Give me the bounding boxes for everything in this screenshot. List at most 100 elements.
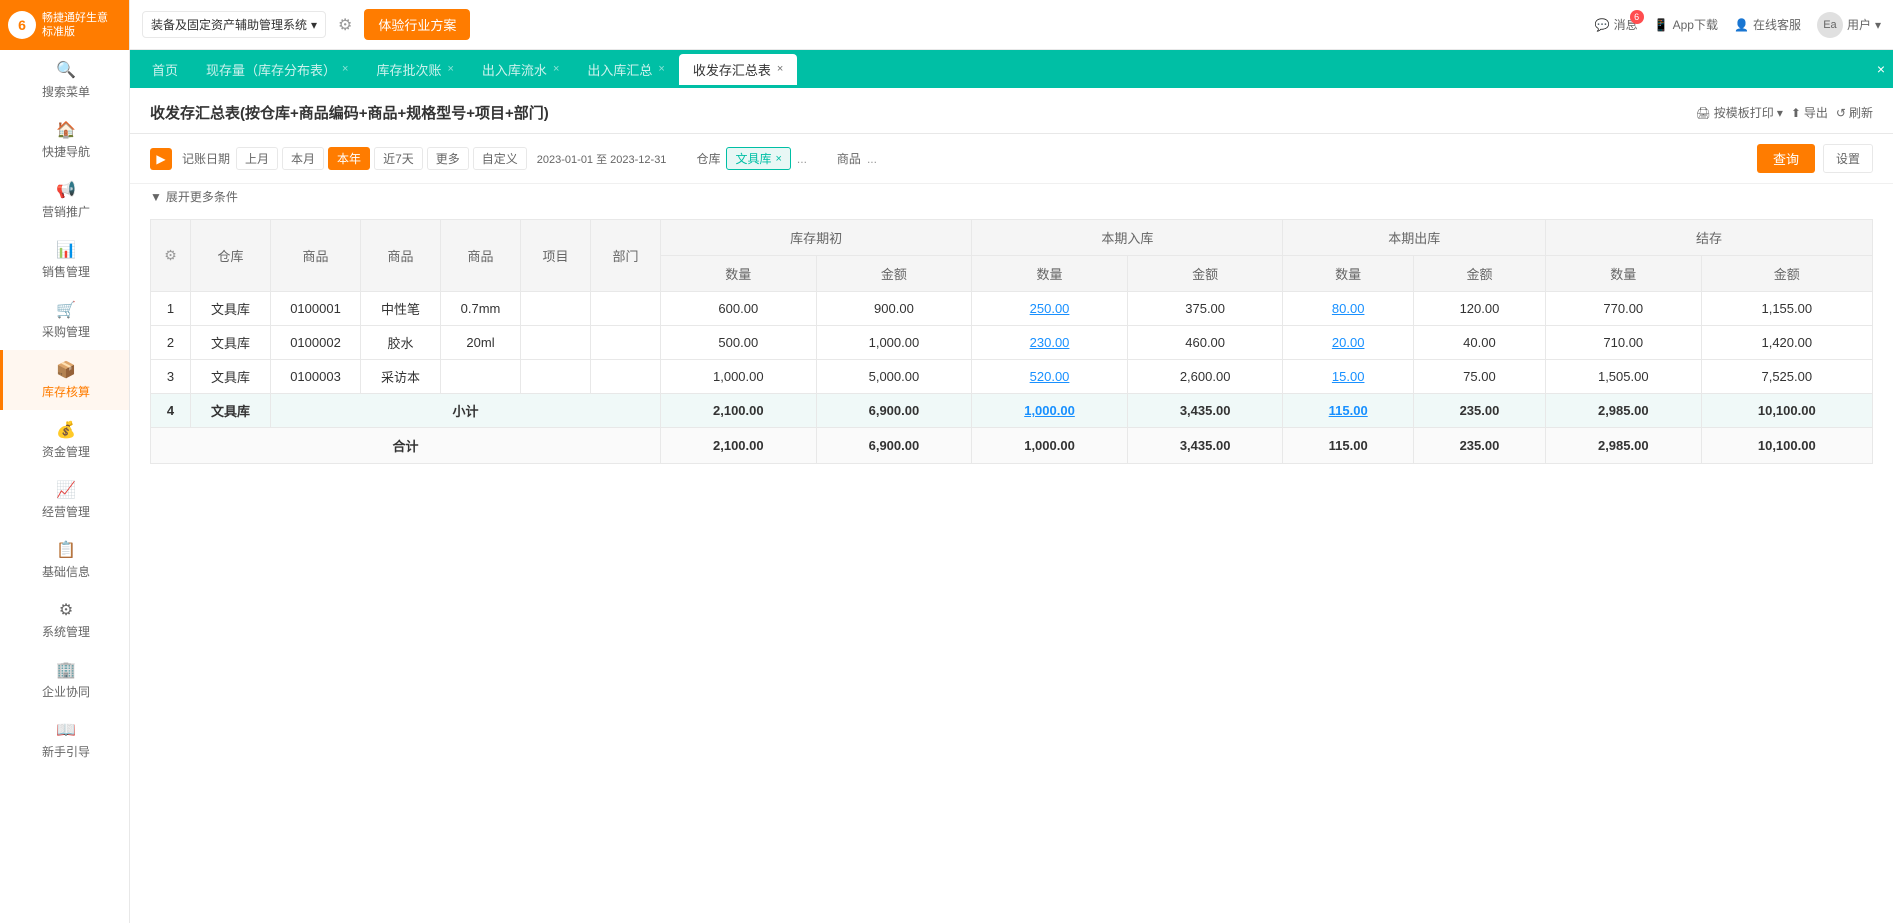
date-btn-近7天[interactable]: 近7天	[374, 147, 423, 170]
tabbar-close-button[interactable]: ×	[1877, 61, 1885, 77]
cell-balance-qty: 770.00	[1545, 292, 1701, 326]
print-button[interactable]: 🖨 按模板打印 ▾	[1696, 104, 1783, 121]
subtotal-in-qty: 1,000.00	[972, 394, 1128, 428]
sidebar-logo: 6	[8, 11, 36, 39]
message-badge: 6	[1630, 10, 1644, 24]
tab-inout-flow[interactable]: 出入库流水×	[468, 54, 573, 85]
filter-settings-button[interactable]: 设置	[1823, 144, 1873, 173]
experience-button[interactable]: 体验行业方案	[364, 9, 470, 40]
date-btn-本月[interactable]: 本月	[282, 147, 324, 170]
table-row: 3 文具库 0100003 采访本 1,000.00 5,000.00 520.…	[151, 360, 1873, 394]
sidebar-item-quick-nav[interactable]: 🏠 快捷导航	[0, 110, 129, 170]
sidebar-item-guide[interactable]: 📖 新手引导	[0, 710, 129, 770]
cell-in-qty[interactable]: 520.00	[972, 360, 1128, 394]
cell-num: 2	[151, 326, 191, 360]
data-table: ⚙ 仓库 商品 商品 商品 项目 部门 库存期初 本期入库 本期出库 结存	[150, 219, 1873, 464]
total-balance-qty: 2,985.00	[1545, 428, 1701, 464]
th-dept: 部门	[591, 220, 661, 292]
sidebar-item-search[interactable]: 🔍 搜索菜单	[0, 50, 129, 110]
table-gear-icon[interactable]: ⚙	[164, 247, 177, 263]
refresh-button[interactable]: ↺ 刷新	[1836, 104, 1873, 121]
cell-name: 采访本	[361, 360, 441, 394]
sidebar-nav: 🔍 搜索菜单 🏠 快捷导航 📢 营销推广 📊 销售管理 🛒 采购管理 📦 库存核…	[0, 50, 129, 923]
tab-close-inout-flow[interactable]: ×	[553, 63, 559, 75]
tab-home[interactable]: 首页	[138, 54, 192, 85]
tab-batch[interactable]: 库存批次账 ×	[362, 54, 467, 85]
th-balance-qty: 数量	[1545, 256, 1701, 292]
table-header-group-row: ⚙ 仓库 商品 商品 商品 项目 部门 库存期初 本期入库 本期出库 结存	[151, 220, 1873, 256]
tab-inventory-dist[interactable]: 现存量（库存分布表）×	[192, 54, 362, 85]
sidebar-item-finance[interactable]: 💰 资金管理	[0, 410, 129, 470]
cell-out-qty[interactable]: 80.00	[1283, 292, 1413, 326]
date-btn-上月[interactable]: 上月	[236, 147, 278, 170]
tab-close-batch[interactable]: ×	[447, 63, 453, 75]
warehouse-more-button[interactable]: ...	[797, 152, 807, 166]
cell-in-qty[interactable]: 230.00	[972, 326, 1128, 360]
cell-out-qty[interactable]: 15.00	[1283, 360, 1413, 394]
export-button[interactable]: ⬆ 导出	[1791, 104, 1828, 121]
date-btn-更多[interactable]: 更多	[427, 147, 469, 170]
search-icon: 🔍	[56, 60, 76, 80]
filter-toggle-button[interactable]: ▶	[150, 148, 172, 170]
sidebar-item-system[interactable]: ⚙ 系统管理	[0, 590, 129, 650]
cell-out-amount: 40.00	[1413, 326, 1545, 360]
system-selector[interactable]: 装备及固定资产辅助管理系统 ▾	[142, 11, 326, 38]
print-chevron-icon: ▾	[1777, 106, 1783, 120]
th-settings[interactable]: ⚙	[151, 220, 191, 292]
tab-inout-summary[interactable]: 出入库汇总×	[573, 54, 678, 85]
table-total-row: 合计 2,100.00 6,900.00 1,000.00 3,435.00 1…	[151, 428, 1873, 464]
cell-out-amount: 120.00	[1413, 292, 1545, 326]
cell-out-qty[interactable]: 20.00	[1283, 326, 1413, 360]
th-opening-qty: 数量	[661, 256, 817, 292]
cell-in-amount: 375.00	[1127, 292, 1283, 326]
th-goods-code: 商品	[271, 220, 361, 292]
goods-more-button[interactable]: ...	[867, 152, 877, 166]
cell-in-qty[interactable]: 250.00	[972, 292, 1128, 326]
cell-opening-qty: 1,000.00	[661, 360, 817, 394]
finance-icon: 💰	[56, 420, 76, 440]
cell-project	[521, 292, 591, 326]
th-goods-name: 商品	[361, 220, 441, 292]
subtotal-opening-amount: 6,900.00	[816, 394, 972, 428]
tab-close-inout-summary[interactable]: ×	[658, 63, 664, 75]
cell-balance-amount: 1,155.00	[1701, 292, 1872, 326]
cell-num: 3	[151, 360, 191, 394]
purchase-icon: 🛒	[56, 300, 76, 320]
sidebar-item-enterprise[interactable]: 🏢 企业协同	[0, 650, 129, 710]
sales-icon: 📊	[56, 240, 76, 260]
total-out-qty: 115.00	[1283, 428, 1413, 464]
sidebar-item-purchase[interactable]: 🛒 采购管理	[0, 290, 129, 350]
cell-code: 0100003	[271, 360, 361, 394]
app-download-button[interactable]: 📱 App下载	[1654, 16, 1718, 33]
subtotal-opening-qty: 2,100.00	[661, 394, 817, 428]
sidebar: 6 畅捷通好生意 标准版 🔍 搜索菜单 🏠 快捷导航 📢 营销推广 📊 销售管理…	[0, 0, 130, 923]
warehouse-tag[interactable]: 文具库 ×	[726, 147, 790, 170]
gear-settings-icon[interactable]: ⚙	[338, 15, 352, 35]
sidebar-item-inventory[interactable]: 📦 库存核算	[0, 350, 129, 410]
tab-label: 库存批次账	[376, 60, 441, 79]
sidebar-item-operation[interactable]: 📈 经营管理	[0, 470, 129, 530]
sidebar-item-sales[interactable]: 📊 销售管理	[0, 230, 129, 290]
tab-close-inventory-dist[interactable]: ×	[342, 63, 348, 75]
operation-icon: 📈	[56, 480, 76, 500]
date-btn-本年[interactable]: 本年	[328, 147, 370, 170]
date-btn-自定义[interactable]: 自定义	[473, 147, 527, 170]
total-opening-amount: 6,900.00	[816, 428, 972, 464]
expand-more-button[interactable]: ▼ 展开更多条件	[150, 184, 1873, 209]
th-project: 项目	[521, 220, 591, 292]
user-menu-button[interactable]: Ea 用户 ▾	[1817, 12, 1881, 38]
tab-collect-summary[interactable]: 收发存汇总表×	[679, 54, 797, 85]
cell-in-amount: 460.00	[1127, 326, 1283, 360]
warehouse-tag-close[interactable]: ×	[775, 153, 781, 165]
tab-close-collect-summary[interactable]: ×	[777, 63, 783, 75]
cell-spec: 20ml	[441, 326, 521, 360]
query-button[interactable]: 查询	[1757, 144, 1815, 173]
message-button[interactable]: 💬 消息 6	[1595, 16, 1638, 33]
page-content: 收发存汇总表(按仓库+商品编码+商品+规格型号+项目+部门) 🖨 按模板打印 ▾…	[130, 88, 1893, 923]
sidebar-item-basic[interactable]: 📋 基础信息	[0, 530, 129, 590]
cell-dept	[591, 292, 661, 326]
online-service-button[interactable]: 👤 在线客服	[1734, 16, 1801, 33]
sidebar-item-marketing[interactable]: 📢 营销推广	[0, 170, 129, 230]
cell-out-amount: 75.00	[1413, 360, 1545, 394]
topbar: 装备及固定资产辅助管理系统 ▾ ⚙ 体验行业方案 💬 消息 6 📱 App下载 …	[130, 0, 1893, 50]
